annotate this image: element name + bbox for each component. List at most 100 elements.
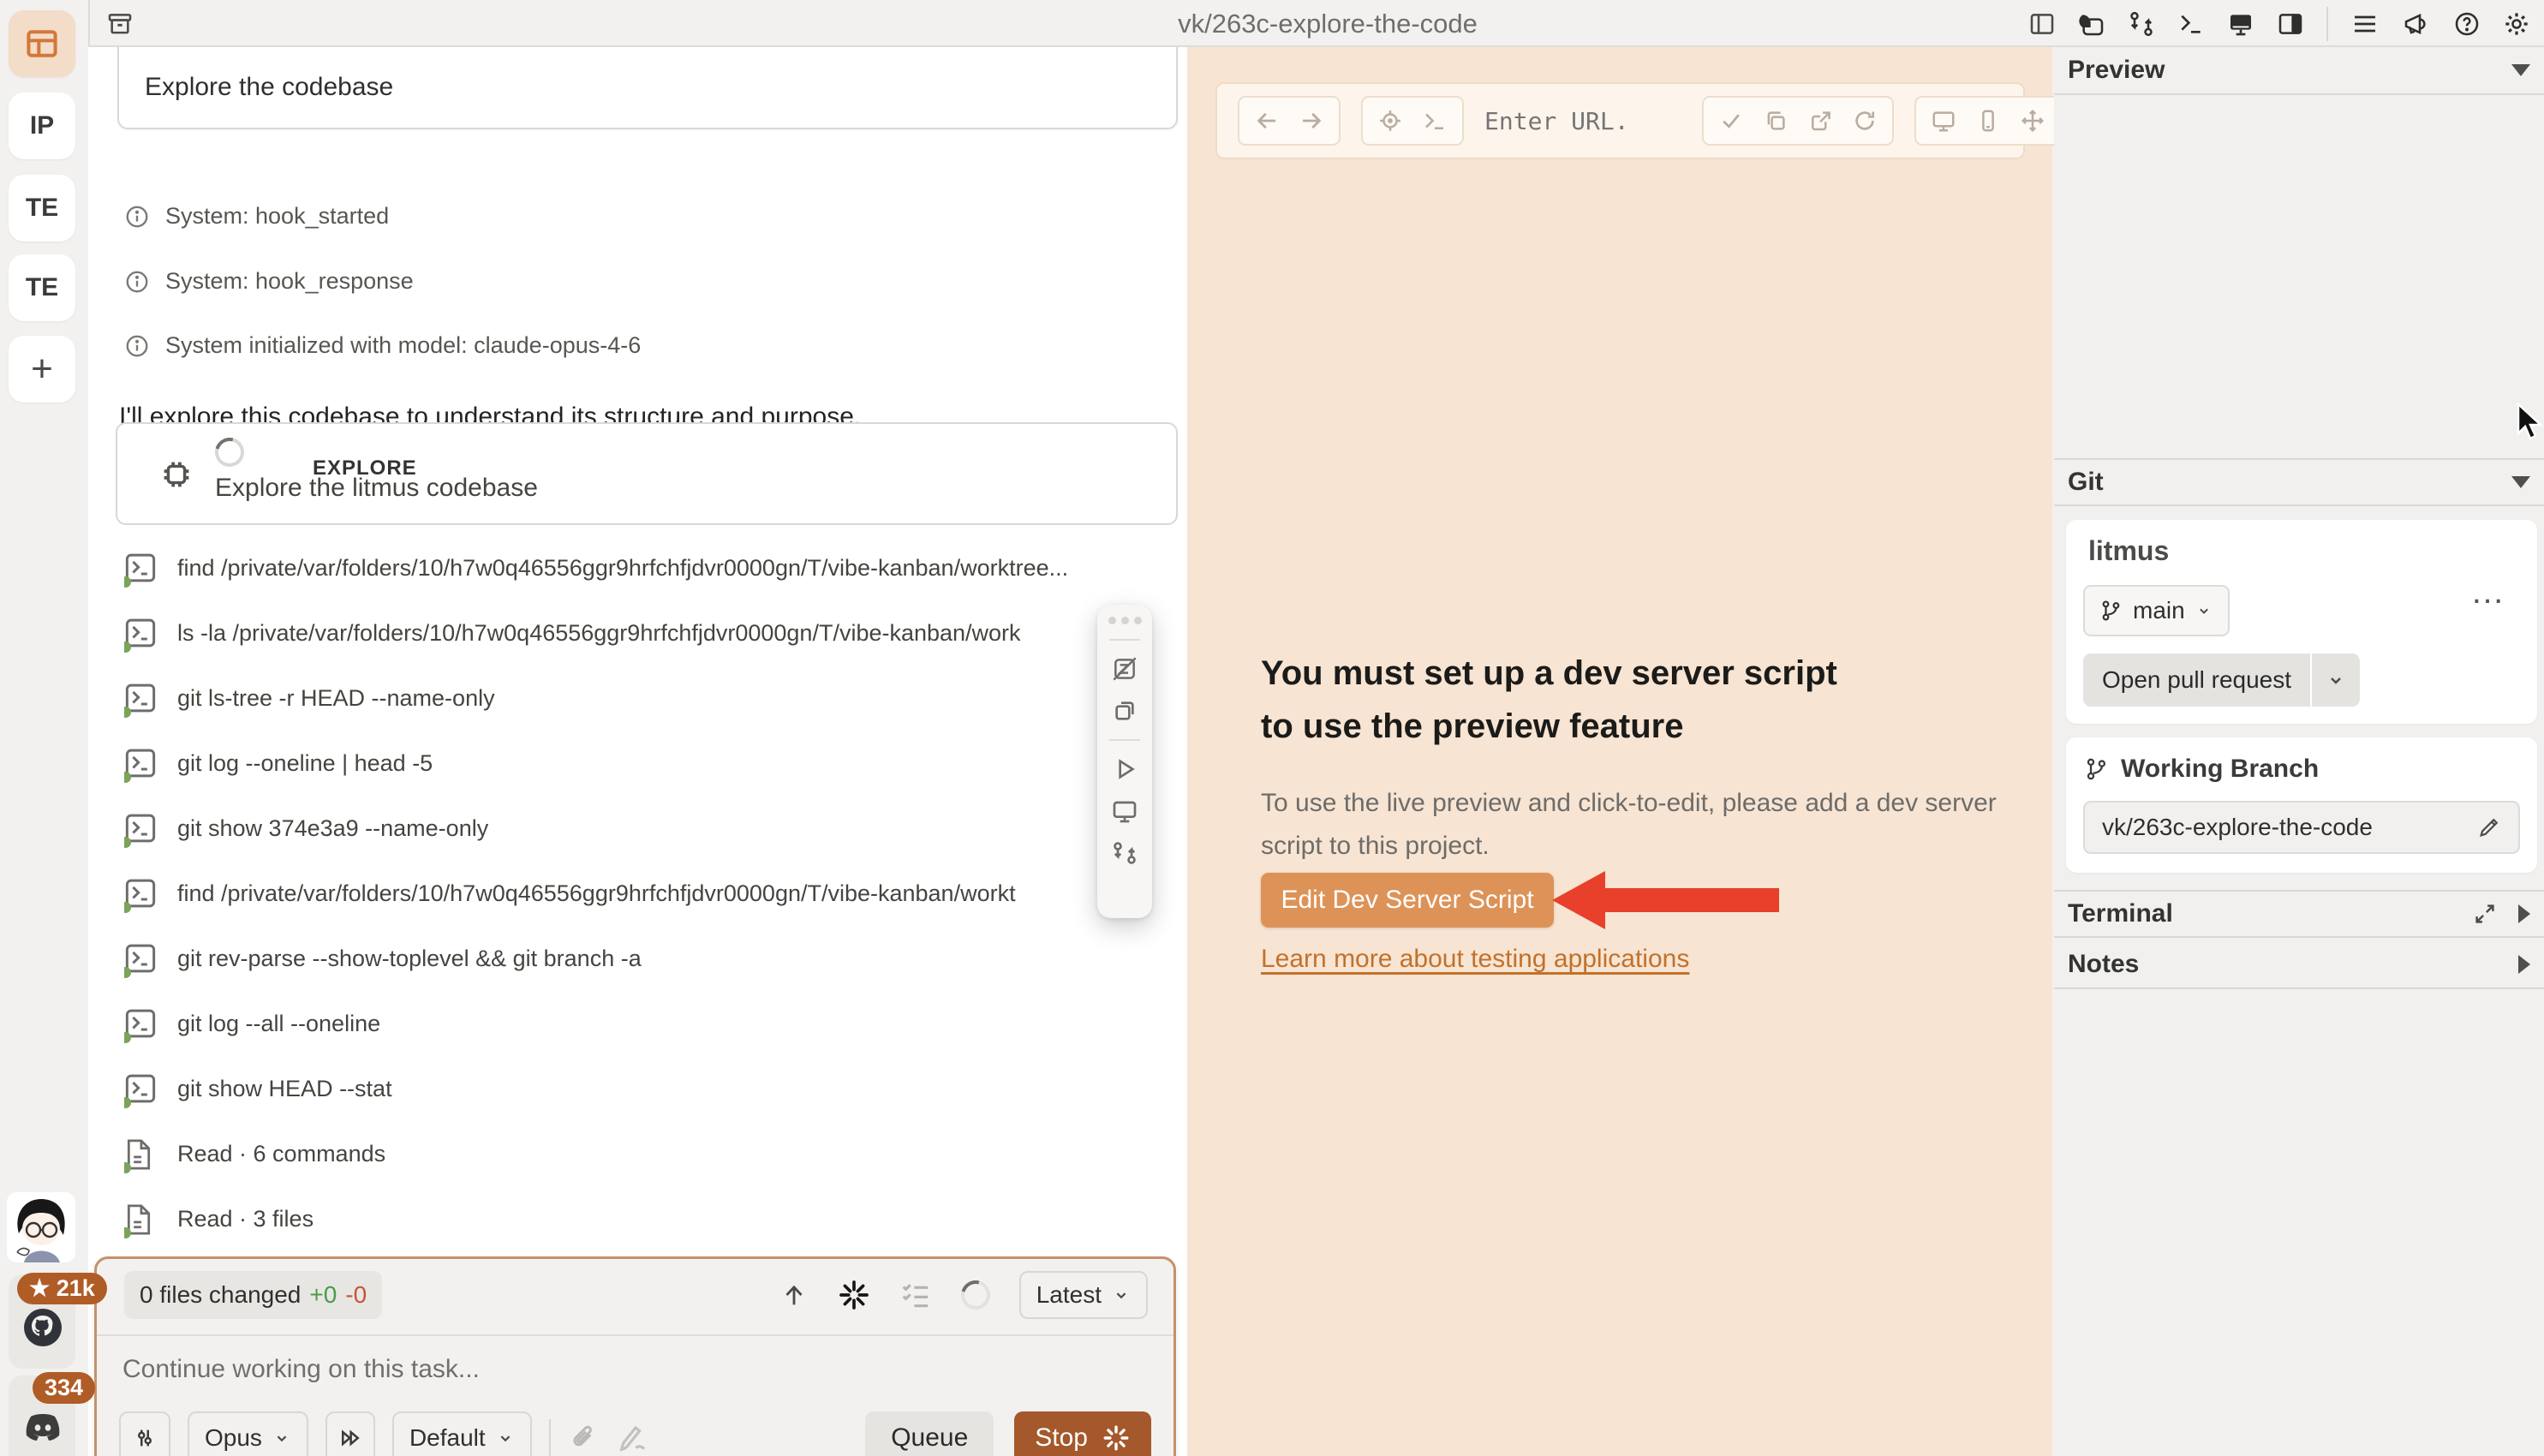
desktop-icon[interactable] [1925, 101, 1962, 140]
section-title: Preview [2068, 56, 2165, 85]
open-pr-dropdown[interactable] [2312, 653, 2360, 707]
files-changed-chip[interactable]: 0 files changed +0 -0 [124, 1271, 382, 1319]
queue-label: Queue [891, 1423, 968, 1453]
github-stars-badge: ★ 21k [17, 1273, 107, 1304]
git-section-header[interactable]: Git [2054, 458, 2544, 506]
play-icon[interactable] [1111, 755, 1138, 783]
model-dropdown[interactable]: Opus [188, 1411, 308, 1456]
terminal-icon[interactable] [1416, 101, 1454, 140]
git-branch-icon [2085, 757, 2109, 781]
command-row[interactable]: Read · 3 files [124, 1186, 1156, 1251]
refresh-icon[interactable] [1846, 101, 1884, 140]
edit-pencil-icon[interactable] [2477, 815, 2501, 839]
expand-right-icon[interactable] [2518, 904, 2530, 923]
task-title: Explore the codebase [145, 73, 393, 102]
task-title-card[interactable]: Explore the codebase [117, 47, 1178, 129]
preview-section-header[interactable]: Preview [2054, 47, 2544, 95]
git-compare-icon[interactable] [2128, 10, 2155, 38]
message-input[interactable]: Continue working on this task... [122, 1355, 480, 1384]
learn-more-link[interactable]: Learn more about testing applications [1261, 945, 1689, 974]
zed-logo-icon[interactable] [1111, 655, 1138, 683]
command-row[interactable]: find /private/var/folders/10/h7w0q46556g… [124, 535, 1156, 600]
command-text: git show HEAD --stat [177, 1076, 392, 1102]
rail-item-te-1[interactable]: TE [9, 175, 75, 242]
system-message-row: System: hook_started [124, 203, 389, 230]
url-input[interactable] [1484, 107, 1681, 135]
section-title: Git [2068, 468, 2104, 497]
fast-forward-button[interactable] [325, 1411, 375, 1456]
github-link[interactable]: ★ 21k [9, 1274, 75, 1369]
stop-button[interactable]: Stop [1014, 1411, 1151, 1456]
chat-bubble-icon[interactable] [2078, 10, 2105, 38]
check-icon[interactable] [1712, 101, 1750, 140]
command-row[interactable]: ls -la /private/var/folders/10/h7w0q4655… [124, 600, 1156, 665]
collapse-icon[interactable] [2511, 476, 2530, 488]
user-avatar[interactable] [7, 1192, 75, 1262]
drag-handle-icon[interactable] [1108, 617, 1142, 624]
command-row[interactable]: find /private/var/folders/10/h7w0q46556g… [124, 861, 1156, 926]
settings-gear-icon[interactable] [2503, 10, 2530, 38]
monitor-filled-icon[interactable] [2227, 10, 2254, 38]
command-row[interactable]: git log --all --oneline [124, 991, 1156, 1056]
latest-dropdown[interactable]: Latest [1019, 1271, 1148, 1319]
notes-section-header[interactable]: Notes [2054, 941, 2544, 989]
tool-call-card[interactable]: EXPLORE Explore the litmus codebase [116, 422, 1178, 525]
working-branch-value: vk/263c-explore-the-code [2102, 814, 2373, 841]
move-icon[interactable] [2014, 101, 2051, 140]
command-text: git log --all --oneline [177, 1011, 380, 1037]
queue-button[interactable]: Queue [865, 1411, 994, 1456]
command-row[interactable]: git ls-tree -r HEAD --name-only [124, 665, 1156, 731]
panel-left-icon[interactable] [2028, 10, 2056, 38]
copy-icon[interactable] [1757, 101, 1795, 140]
rail-item-te-2[interactable]: TE [9, 254, 75, 321]
branch-selector[interactable]: main [2083, 585, 2230, 636]
command-row[interactable]: git show HEAD --stat [124, 1056, 1156, 1121]
repo-menu-button[interactable]: … [2470, 573, 2506, 612]
command-row[interactable]: git log --oneline | head -5 [124, 731, 1156, 796]
composer-settings-button[interactable] [119, 1411, 170, 1456]
git-compare-icon[interactable] [1111, 839, 1138, 867]
menu-icon[interactable] [2350, 10, 2380, 38]
rail-item-ip[interactable]: IP [9, 92, 75, 159]
panel-right-filled-icon[interactable] [2277, 10, 2304, 38]
profile-dropdown[interactable]: Default [392, 1411, 532, 1456]
terminal-icon[interactable] [2177, 10, 2205, 38]
forward-icon[interactable] [1293, 101, 1330, 140]
system-message-text: System: hook_started [165, 203, 389, 230]
nav-group [1238, 96, 1341, 146]
rail-item-active-board[interactable] [9, 10, 75, 77]
mobile-icon[interactable] [1969, 101, 2007, 140]
external-link-icon[interactable] [1801, 101, 1839, 140]
loading-spinner-icon [955, 1275, 994, 1315]
command-row[interactable]: git rev-parse --show-toplevel && git bra… [124, 926, 1156, 991]
signature-pen-icon[interactable] [616, 1421, 650, 1455]
working-branch-field[interactable]: vk/263c-explore-the-code [2083, 801, 2520, 854]
app-root: vk/263c-explore-the-code IP TE TE + [0, 0, 2544, 1456]
edit-dev-server-script-button[interactable]: Edit Dev Server Script [1261, 873, 1554, 928]
monitor-icon[interactable] [1111, 797, 1138, 825]
scroll-to-top-icon[interactable] [779, 1279, 809, 1311]
burst-icon[interactable] [838, 1279, 870, 1311]
back-icon[interactable] [1248, 101, 1286, 140]
checklist-icon[interactable] [899, 1279, 932, 1311]
command-text: git show 374e3a9 --name-only [177, 815, 488, 842]
composer-divider [97, 1334, 1173, 1336]
open-pr-button[interactable]: Open pull request [2083, 653, 2310, 707]
open-pr-split-button: Open pull request [2083, 653, 2360, 707]
command-row[interactable]: Read · 6 commands [124, 1121, 1156, 1186]
help-icon[interactable] [2453, 10, 2481, 38]
expand-icon[interactable] [2472, 901, 2498, 927]
expand-right-icon[interactable] [2518, 955, 2530, 974]
mouse-cursor [2517, 403, 2544, 442]
add-workspace-button[interactable]: + [9, 336, 75, 403]
megaphone-icon[interactable] [2402, 10, 2431, 38]
collapse-icon[interactable] [2511, 64, 2530, 76]
preview-empty-title: You must set up a dev server script to u… [1261, 647, 1837, 753]
terminal-section-header[interactable]: Terminal [2054, 890, 2544, 938]
copy-icon[interactable] [1111, 697, 1138, 725]
command-text: git rev-parse --show-toplevel && git bra… [177, 946, 642, 972]
attach-file-icon[interactable] [568, 1421, 599, 1455]
discord-link[interactable]: 334 [9, 1375, 75, 1456]
command-row[interactable]: git show 374e3a9 --name-only [124, 796, 1156, 861]
crosshair-icon[interactable] [1371, 101, 1409, 140]
